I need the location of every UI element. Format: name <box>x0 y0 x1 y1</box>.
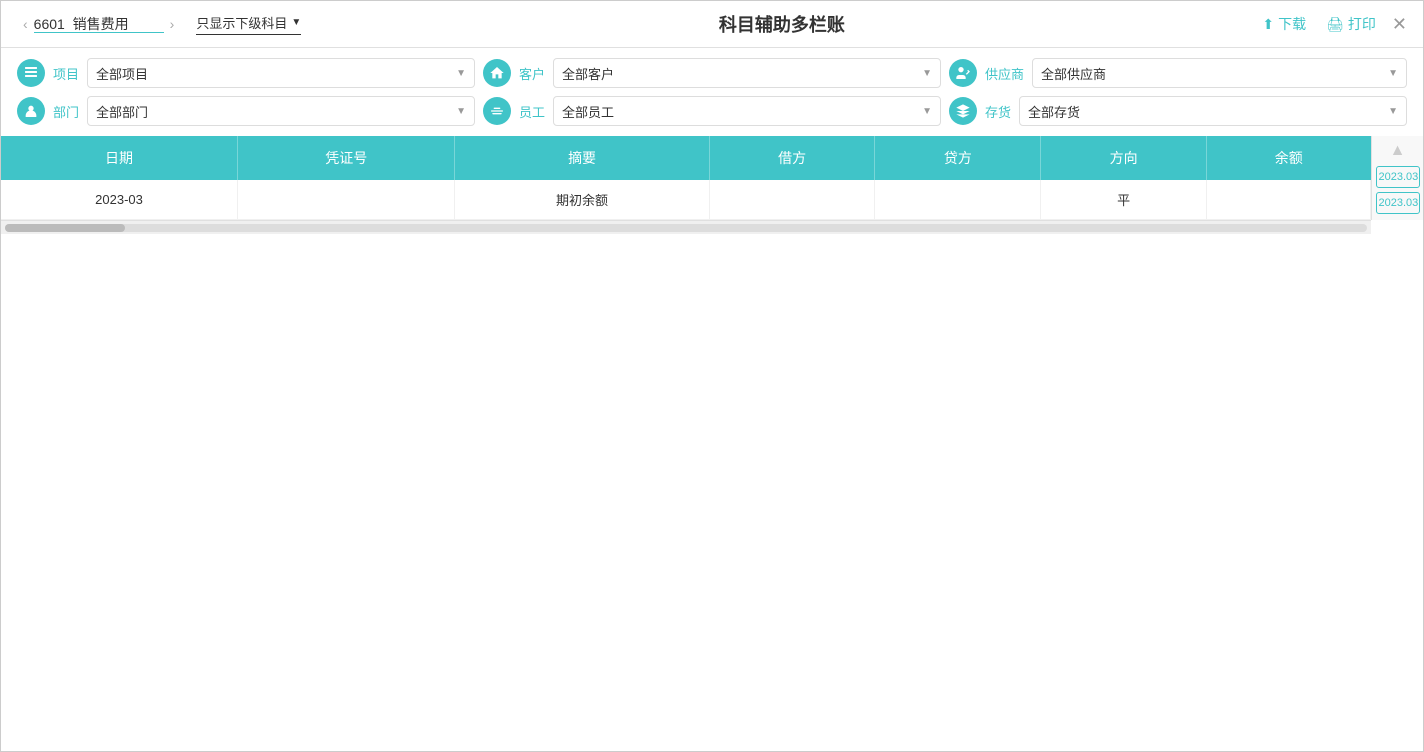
timeline-up-btn[interactable]: ▲ <box>1386 138 1410 164</box>
cell-summary: 期初余额 <box>455 180 709 220</box>
department-value: 全部部门 <box>96 102 148 121</box>
employee-select[interactable]: 全部员工 ▼ <box>553 96 941 126</box>
table-area: 日期 凭证号 摘要 借方 贷方 方向 余额 2023-03 期初余额 <box>1 136 1423 220</box>
print-label: 打印 <box>1348 14 1376 34</box>
scroll-track <box>5 224 1367 232</box>
filter-panel: 项目 全部项目 ▼ 客户 全部客户 ▼ 供应商 全部供应商 ▼ <box>1 48 1423 136</box>
show-sub-toggle[interactable]: 只显示下级科目 ▼ <box>196 13 301 35</box>
supplier-value: 全部供应商 <box>1041 64 1106 83</box>
project-arrow-icon: ▼ <box>456 68 466 79</box>
page-title: 科目辅助多栏账 <box>301 11 1262 37</box>
supplier-label: 供应商 <box>985 64 1024 83</box>
cell-date: 2023-03 <box>1 180 238 220</box>
bottom-scrollbar[interactable] <box>1 220 1371 234</box>
inventory-arrow-icon: ▼ <box>1388 106 1398 117</box>
header: ‹ › 只显示下级科目 ▼ 科目辅助多栏账 ⬆ 下载 🖨 打印 ✕ <box>1 1 1423 48</box>
employee-value: 全部员工 <box>562 102 614 121</box>
show-sub-label: 只显示下级科目 <box>196 13 287 32</box>
customer-label: 客户 <box>519 64 545 83</box>
employee-arrow-icon: ▼ <box>922 106 932 117</box>
department-icon <box>17 97 45 125</box>
filter-row-project: 项目 全部项目 ▼ <box>17 58 475 88</box>
print-btn[interactable]: 🖨 打印 <box>1326 14 1376 34</box>
header-actions: ⬆ 下载 🖨 打印 <box>1262 14 1376 34</box>
filter-row-supplier: 供应商 全部供应商 ▼ <box>949 58 1407 88</box>
timeline-range-end[interactable]: 2023.03 <box>1376 192 1420 214</box>
customer-value: 全部客户 <box>562 64 614 83</box>
inventory-icon <box>949 97 977 125</box>
col-direction: 方向 <box>1041 136 1207 180</box>
employee-label: 员工 <box>519 102 545 121</box>
filter-row-customer: 客户 全部客户 ▼ <box>483 58 941 88</box>
col-debit: 借方 <box>709 136 875 180</box>
employee-icon <box>483 97 511 125</box>
project-icon <box>17 59 45 87</box>
data-table: 日期 凭证号 摘要 借方 贷方 方向 余额 2023-03 期初余额 <box>1 136 1371 220</box>
customer-icon <box>483 59 511 87</box>
project-select[interactable]: 全部项目 ▼ <box>87 58 475 88</box>
inventory-value: 全部存货 <box>1028 102 1080 121</box>
customer-select[interactable]: 全部客户 ▼ <box>553 58 941 88</box>
show-sub-arrow-icon: ▼ <box>291 17 301 28</box>
col-balance: 余额 <box>1207 136 1371 180</box>
filter-row-department: 部门 全部部门 ▼ <box>17 96 475 126</box>
timeline-month-4[interactable]: 4月 <box>1388 216 1407 220</box>
col-date: 日期 <box>1 136 238 180</box>
cell-debit <box>709 180 875 220</box>
supplier-icon <box>949 59 977 87</box>
print-icon: 🖨 <box>1326 16 1344 33</box>
supplier-arrow-icon: ▼ <box>1388 68 1398 79</box>
download-label: 下载 <box>1278 14 1306 34</box>
col-credit: 贷方 <box>875 136 1041 180</box>
department-label: 部门 <box>53 102 79 121</box>
project-value: 全部项目 <box>96 64 148 83</box>
next-account-btn[interactable]: › <box>164 14 181 34</box>
department-select[interactable]: 全部部门 ▼ <box>87 96 475 126</box>
col-voucher: 凭证号 <box>238 136 455 180</box>
main-window: ‹ › 只显示下级科目 ▼ 科目辅助多栏账 ⬆ 下载 🖨 打印 ✕ <box>0 0 1424 752</box>
inventory-label: 存货 <box>985 102 1011 121</box>
cell-balance <box>1207 180 1371 220</box>
timeline-range-start[interactable]: 2023.03 <box>1376 166 1420 188</box>
customer-arrow-icon: ▼ <box>922 68 932 79</box>
inventory-select[interactable]: 全部存货 ▼ <box>1019 96 1407 126</box>
cell-direction: 平 <box>1041 180 1207 220</box>
prev-account-btn[interactable]: ‹ <box>17 14 34 34</box>
department-arrow-icon: ▼ <box>456 106 466 117</box>
side-timeline: ▲ 2023.03 2023.03 4月 5月 6月 7月 8月 9月 10月 … <box>1371 136 1423 220</box>
supplier-select[interactable]: 全部供应商 ▼ <box>1032 58 1407 88</box>
scroll-thumb[interactable] <box>5 224 125 232</box>
table-header-row: 日期 凭证号 摘要 借方 贷方 方向 余额 <box>1 136 1371 180</box>
filter-row-inventory: 存货 全部存货 ▼ <box>949 96 1407 126</box>
download-icon: ⬆ <box>1262 16 1274 33</box>
account-code-input[interactable] <box>34 16 164 33</box>
cell-credit <box>875 180 1041 220</box>
filter-row-employee: 员工 全部员工 ▼ <box>483 96 941 126</box>
table-row: 2023-03 期初余额 平 <box>1 180 1371 220</box>
cell-voucher <box>238 180 455 220</box>
download-btn[interactable]: ⬆ 下载 <box>1262 14 1306 34</box>
account-code-area <box>34 16 164 33</box>
project-label: 项目 <box>53 64 79 83</box>
table-scroll[interactable]: 日期 凭证号 摘要 借方 贷方 方向 余额 2023-03 期初余额 <box>1 136 1371 220</box>
col-summary: 摘要 <box>455 136 709 180</box>
close-btn[interactable]: ✕ <box>1392 14 1407 35</box>
